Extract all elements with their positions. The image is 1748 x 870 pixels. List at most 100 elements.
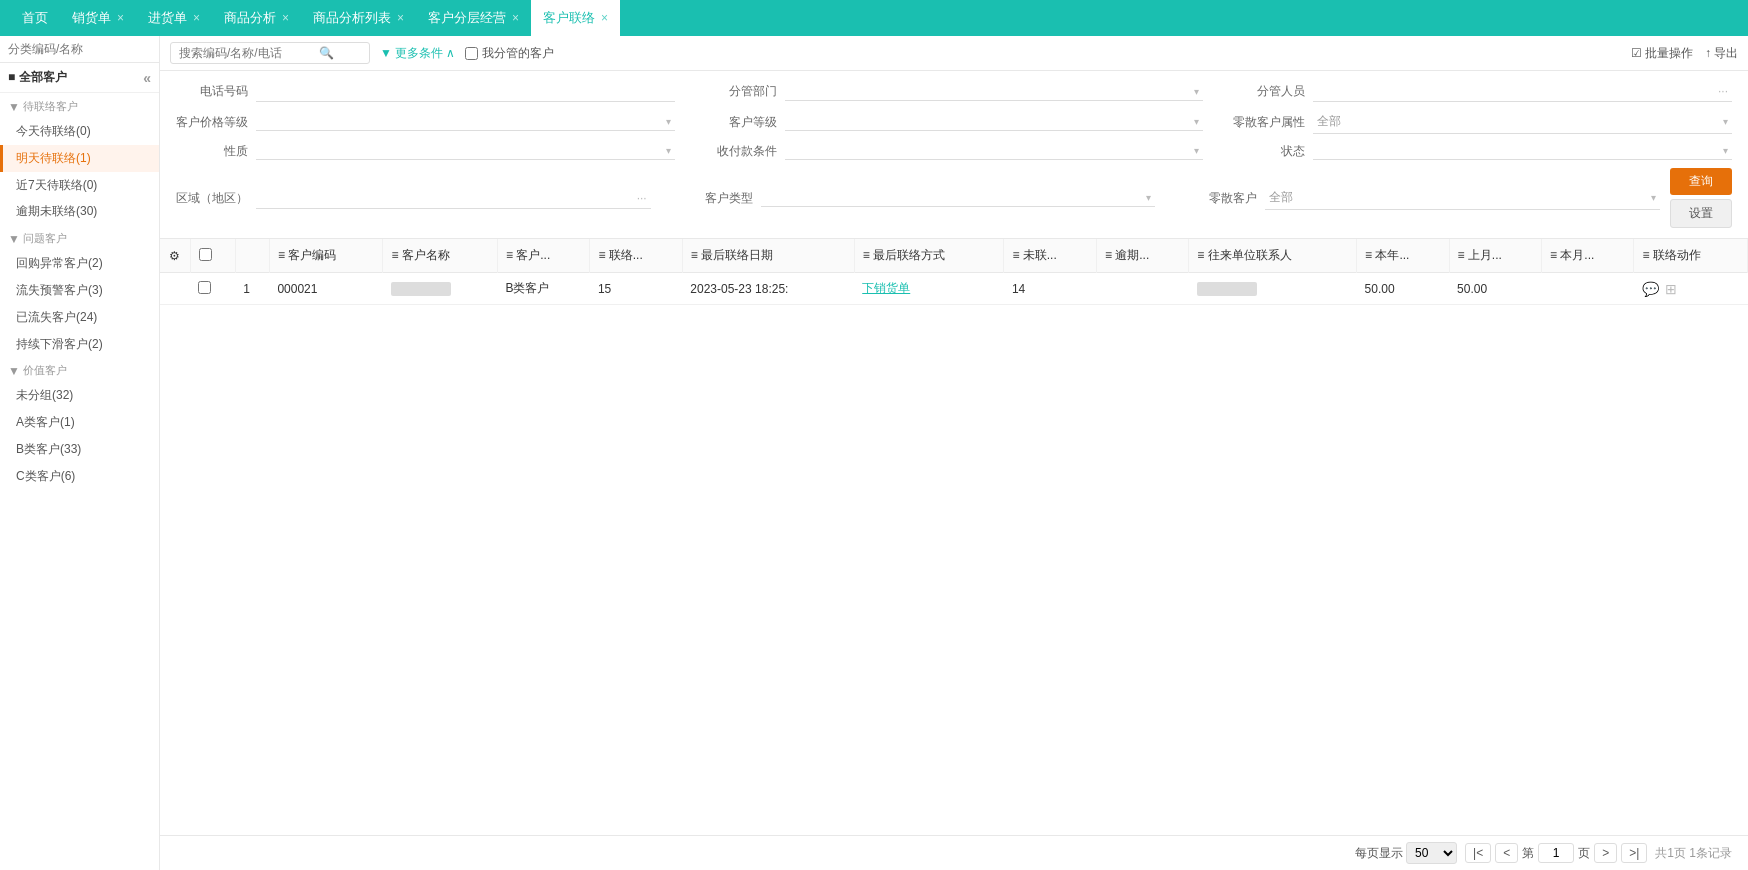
filter-dots[interactable]: ··· (1313, 81, 1732, 102)
export-icon: ↑ (1705, 46, 1711, 60)
advanced-filter: 电话号码分管部门▾分管人员···客户价格等级▾客户等级▾零散客户属性全部▾性质▾… (160, 71, 1748, 239)
gear-icon[interactable]: ⚙ (169, 249, 180, 263)
filter-select[interactable]: ▾ (256, 142, 675, 160)
filter-input[interactable] (256, 81, 675, 102)
th-inner: ≡ 逾期... (1105, 247, 1180, 264)
close-tab-icon[interactable]: × (193, 11, 200, 25)
filter-select[interactable]: ▾ (785, 142, 1204, 160)
sidebar-item[interactable]: 回购异常客户(2) (0, 250, 159, 277)
last-page-btn[interactable]: >| (1621, 843, 1647, 863)
filter-select[interactable]: ▾ (785, 83, 1204, 101)
chevron-down-icon: ▾ (1146, 192, 1151, 203)
th-inner: ≡ 联络动作 (1642, 247, 1739, 264)
chevron-down-icon: ▾ (1194, 116, 1199, 127)
comment-icon[interactable]: 💬 (1642, 281, 1659, 297)
nav-item-首页[interactable]: 首页 (10, 0, 60, 36)
filter-action-buttons: 查询设置 (1670, 168, 1732, 228)
batch-operation-btn[interactable]: ☑ 批量操作 (1631, 45, 1693, 62)
sidebar-group-title[interactable]: ▼ 价值客户 (0, 357, 159, 382)
sidebar-item[interactable]: 未分组(32) (0, 382, 159, 409)
search-input[interactable] (179, 46, 319, 60)
dots-icon[interactable]: ··· (633, 191, 647, 205)
select-all-checkbox[interactable] (199, 248, 212, 261)
dots-icon[interactable]: ··· (1714, 84, 1728, 98)
sidebar-item[interactable]: A类客户(1) (0, 409, 159, 436)
filter-select[interactable]: ▾ (785, 113, 1204, 131)
nav-item-进货单[interactable]: 进货单× (136, 0, 212, 36)
filter-field: 状态▾ (1233, 142, 1732, 160)
sidebar-search-container: 🔍 (0, 36, 159, 63)
sidebar-search-input[interactable] (8, 42, 158, 56)
close-tab-icon[interactable]: × (601, 11, 608, 25)
filter-select-labeled[interactable]: 全部▾ (1313, 110, 1732, 134)
last-contact-method-link[interactable]: 下销货单 (862, 281, 910, 295)
sidebar-item[interactable]: 流失预警客户(3) (0, 277, 159, 304)
set-button[interactable]: 设置 (1670, 199, 1732, 228)
sidebar-item[interactable]: 明天待联络(1) (0, 145, 159, 172)
filter-field: 电话号码 (176, 81, 675, 102)
unit-contact-blurred: ██████ (1197, 282, 1257, 296)
per-page-select[interactable]: 50 100 200 (1406, 842, 1457, 864)
filter-select[interactable]: ▾ (1313, 142, 1732, 160)
sidebar-group-title[interactable]: ▼ 待联络客户 (0, 93, 159, 118)
first-page-btn[interactable]: |< (1465, 843, 1491, 863)
th-inner: ≡ 客户编码 (278, 247, 375, 264)
search-icon[interactable]: 🔍 (319, 46, 334, 60)
nav-item-客户分层经营[interactable]: 客户分层经营× (416, 0, 531, 36)
filter-select[interactable]: ▾ (256, 113, 675, 131)
row-checkbox[interactable] (198, 281, 211, 294)
grid-icon[interactable]: ⊞ (1665, 281, 1677, 297)
sidebar-item[interactable]: B类客户(33) (0, 436, 159, 463)
nav-item-商品分析列表[interactable]: 商品分析列表× (301, 0, 416, 36)
export-btn[interactable]: ↑ 导出 (1705, 45, 1738, 62)
column-header-overdue: ≡ 逾期... (1096, 239, 1188, 273)
triangle-icon: ▼ (8, 100, 20, 114)
cell-unit_contacts: ██████ (1189, 273, 1357, 305)
my-customers-label: 我分管的客户 (482, 45, 554, 62)
sidebar-item[interactable]: 已流失客户(24) (0, 304, 159, 331)
export-label: 导出 (1714, 45, 1738, 62)
th-inner: ≡ 客户名称 (391, 247, 489, 264)
column-label: ≡ 上月... (1458, 247, 1502, 264)
next-page-btn[interactable]: > (1594, 843, 1617, 863)
collapse-icon[interactable]: « (143, 70, 151, 86)
top-navigation: 首页销货单×进货单×商品分析×商品分析列表×客户分层经营×客户联络× (0, 0, 1748, 36)
nav-item-商品分析[interactable]: 商品分析× (212, 0, 301, 36)
filter-select[interactable]: ▾ (761, 189, 1156, 207)
chevron-down-icon: ▾ (666, 145, 671, 156)
filter-select-labeled[interactable]: 全部▾ (1265, 186, 1660, 210)
sidebar-item[interactable]: C类客户(6) (0, 463, 159, 490)
all-customers-header[interactable]: ■ 全部客户 « (0, 63, 159, 93)
sidebar-group-title[interactable]: ▼ 问题客户 (0, 225, 159, 250)
query-button[interactable]: 查询 (1670, 168, 1732, 195)
sidebar-item[interactable]: 逾期未联络(30) (0, 198, 159, 225)
nav-item-销货单[interactable]: 销货单× (60, 0, 136, 36)
column-label: ≡ 最后联络方式 (863, 247, 945, 264)
column-header-contact_action: ≡ 联络动作 (1634, 239, 1748, 273)
close-tab-icon[interactable]: × (117, 11, 124, 25)
page-number-input[interactable] (1538, 843, 1574, 863)
sidebar-item[interactable]: 今天待联络(0) (0, 118, 159, 145)
filter-label: 状态 (1233, 143, 1313, 160)
more-conditions-btn[interactable]: ▼ 更多条件 ∧ (380, 45, 455, 62)
close-tab-icon[interactable]: × (512, 11, 519, 25)
close-tab-icon[interactable]: × (397, 11, 404, 25)
sidebar-item[interactable]: 近7天待联络(0) (0, 172, 159, 199)
sidebar: 🔍 ■ 全部客户 « ▼ 待联络客户今天待联络(0)明天待联络(1)近7天待联络… (0, 36, 160, 870)
nav-item-客户联络[interactable]: 客户联络× (531, 0, 620, 36)
column-header-checkbox (190, 239, 235, 273)
filter-dots[interactable]: ··· (256, 188, 651, 209)
prev-page-btn[interactable]: < (1495, 843, 1518, 863)
chevron-up-icon: ∧ (446, 46, 455, 60)
my-customers-checkbox[interactable] (465, 47, 478, 60)
column-header-customer_name: ≡ 客户名称 (383, 239, 498, 273)
column-header-customer_type: ≡ 客户... (497, 239, 589, 273)
close-tab-icon[interactable]: × (282, 11, 289, 25)
filter-row: 性质▾收付款条件▾状态▾ (176, 142, 1732, 160)
sidebar-item[interactable]: 持续下滑客户(2) (0, 331, 159, 358)
cell-customer_code: 000021 (269, 273, 383, 305)
column-header-customer_code: ≡ 客户编码 (269, 239, 383, 273)
my-customers-checkbox-label[interactable]: 我分管的客户 (465, 45, 554, 62)
column-header-unit_contacts: ≡ 往来单位联系人 (1189, 239, 1357, 273)
column-label: ≡ 客户名称 (391, 247, 449, 264)
